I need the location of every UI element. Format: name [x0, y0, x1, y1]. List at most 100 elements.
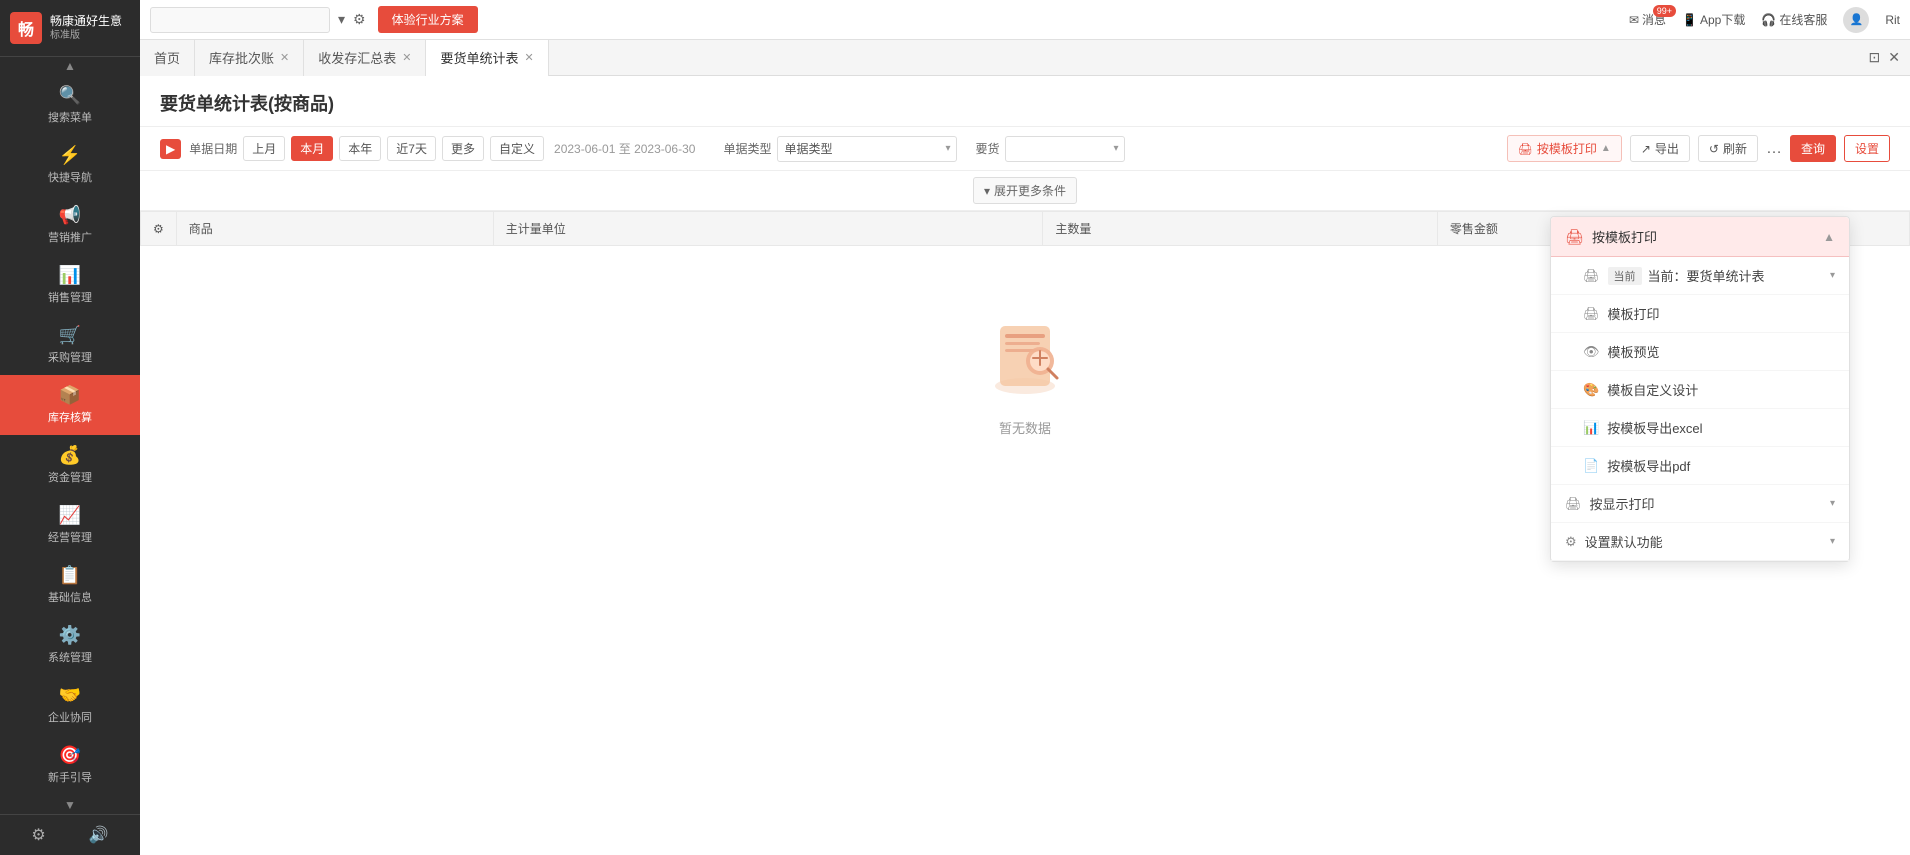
logo-icon: 畅 — [10, 12, 42, 44]
doc-type-filter-section: 单据类型 单据类型 ▾ — [723, 136, 957, 162]
date-more-btn[interactable]: 更多 — [442, 136, 484, 161]
refresh-icon: ↺ — [1709, 142, 1719, 156]
template-custom-item[interactable]: 🎨 模板自定义设计 — [1551, 371, 1849, 409]
logo-name: 畅康通好生意 — [50, 14, 122, 30]
printer-icon: 🖨 — [1518, 142, 1533, 156]
current-template-label: 当前：要货单统计表 — [1648, 266, 1765, 285]
date-filter-section: 单据日期 上月 本月 本年 近7天 更多 自定义 2023-06-01 至 20… — [189, 136, 695, 161]
doc-type-select[interactable]: 单据类型 ▾ — [777, 136, 957, 162]
print-current-template[interactable]: 🖨 当前 当前：要货单统计表 ▾ — [1551, 257, 1849, 295]
query-button[interactable]: 查询 — [1790, 135, 1836, 162]
sidebar-nav: 🔍 搜索菜单 ⚡ 快捷导航 📢 营销推广 📊 销售管理 🛒 采购管理 📦 库存核… — [0, 75, 140, 796]
speaker-icon[interactable]: 🔊 — [89, 825, 109, 845]
print-dropdown-header[interactable]: 🖨 按模板打印 ▲ — [1551, 217, 1849, 257]
template-print-label: 模板打印 — [1608, 304, 1660, 323]
sidebar-item-finance[interactable]: 💰 资金管理 — [0, 435, 140, 495]
tab-home[interactable]: 首页 — [140, 40, 195, 76]
search-icon: 🔍 — [59, 85, 81, 106]
finance-icon: 💰 — [59, 445, 81, 466]
req-type-arrow: ▾ — [1113, 143, 1118, 154]
sidebar-scroll-up[interactable]: ▲ — [0, 57, 140, 75]
sidebar-item-label: 企业协同 — [48, 709, 92, 725]
sidebar-item-label: 新手引导 — [48, 769, 92, 785]
settings-button[interactable]: 设置 — [1844, 135, 1890, 162]
sidebar-item-label: 搜索菜单 — [48, 109, 92, 125]
operation-icon: 📈 — [59, 505, 81, 526]
sidebar-item-purchase[interactable]: 🛒 采购管理 — [0, 315, 140, 375]
tab-inventory-batch[interactable]: 库存批次账 ✕ — [195, 40, 304, 76]
date-prev-month-btn[interactable]: 上月 — [243, 136, 285, 161]
sidebar-item-label: 营销推广 — [48, 229, 92, 245]
export-button[interactable]: ↗ 导出 — [1630, 135, 1690, 162]
template-custom-icon: 🎨 — [1583, 382, 1599, 398]
sidebar-item-search[interactable]: 🔍 搜索菜单 — [0, 75, 140, 135]
date-cur-month-btn[interactable]: 本月 — [291, 136, 333, 161]
sidebar-scroll-down[interactable]: ▼ — [0, 796, 140, 814]
print-header-collapse-icon[interactable]: ▲ — [1823, 230, 1835, 244]
tab-bar: 首页 库存批次账 ✕ 收发存汇总表 ✕ 要货单统计表 ✕ ⊡ ✕ — [140, 40, 1910, 76]
refresh-button[interactable]: ↺ 刷新 — [1698, 135, 1758, 162]
set-default-group[interactable]: ⚙ 设置默认功能 ▾ — [1551, 523, 1849, 561]
settings-icon[interactable]: ⚙ — [31, 825, 45, 845]
sidebar-item-guide[interactable]: 🎯 新手引导 — [0, 735, 140, 795]
tab-close-icon[interactable]: ✕ — [402, 51, 411, 64]
expand-more-icon: ▾ — [984, 184, 990, 198]
corp-icon: 🤝 — [59, 685, 81, 706]
tab-receivable-summary[interactable]: 收发存汇总表 ✕ — [304, 40, 426, 76]
message-button[interactable]: ✉ 消息 99+ — [1629, 11, 1666, 28]
print-header-icon: 🖨 — [1565, 228, 1584, 246]
tab-close-all-icon[interactable]: ✕ — [1888, 49, 1900, 66]
col-unit-header: 主计量单位 — [493, 212, 1043, 246]
trial-button[interactable]: 体验行业方案 — [378, 6, 478, 33]
page-title: 要货单统计表(按商品) — [160, 94, 334, 114]
top-bar-gear-icon[interactable]: ⚙ — [353, 11, 366, 28]
tab-close-icon[interactable]: ✕ — [280, 51, 289, 64]
template-preview-item[interactable]: 👁 模板预览 — [1551, 333, 1849, 371]
sidebar-item-basic[interactable]: 📋 基础信息 — [0, 555, 140, 615]
display-print-group[interactable]: 🖨 按显示打印 ▾ — [1551, 485, 1849, 523]
app-download-button[interactable]: 📱 App下载 — [1682, 11, 1745, 28]
export-pdf-icon: 📄 — [1583, 458, 1599, 474]
set-default-label: 设置默认功能 — [1585, 532, 1663, 551]
doc-type-label: 单据类型 — [723, 140, 771, 157]
top-bar-search-input[interactable] — [150, 7, 330, 33]
template-print-button[interactable]: 🖨 按模板打印 ▲ — [1507, 135, 1622, 162]
empty-text: 暂无数据 — [999, 418, 1051, 437]
marketing-icon: 📢 — [59, 205, 81, 226]
sidebar-item-inventory[interactable]: 📦 库存核算 — [0, 375, 140, 435]
sidebar-item-system[interactable]: ⚙️ 系统管理 — [0, 615, 140, 675]
date-custom-btn[interactable]: 自定义 — [490, 136, 544, 161]
sales-icon: 📊 — [59, 265, 81, 286]
expand-more-btn[interactable]: ▾ 展开更多条件 — [973, 177, 1077, 204]
sidebar-item-label: 快捷导航 — [48, 169, 92, 185]
date-7days-btn[interactable]: 近7天 — [387, 136, 436, 161]
col-settings-header[interactable]: ⚙ — [141, 212, 177, 246]
sidebar-item-marketing[interactable]: 📢 营销推广 — [0, 195, 140, 255]
more-options-icon[interactable]: … — [1766, 140, 1782, 158]
template-print-item[interactable]: 🖨 模板打印 — [1551, 295, 1849, 333]
export-icon: ↗ — [1641, 142, 1651, 156]
export-excel-item[interactable]: 📊 按模板导出excel — [1551, 409, 1849, 447]
top-bar-dropdown-arrow[interactable]: ▾ — [338, 11, 345, 28]
export-pdf-item[interactable]: 📄 按模板导出pdf — [1551, 447, 1849, 485]
col-settings-icon[interactable]: ⚙ — [153, 222, 164, 236]
tab-requisition-stats[interactable]: 要货单统计表 ✕ — [426, 40, 548, 76]
tab-maximize-icon[interactable]: ⊡ — [1869, 49, 1881, 66]
app-label: App下载 — [1700, 11, 1745, 28]
sidebar-item-label: 采购管理 — [48, 349, 92, 365]
current-tag: 当前 — [1608, 267, 1642, 285]
date-cur-year-btn[interactable]: 本年 — [339, 136, 381, 161]
display-print-expand-icon: ▾ — [1830, 498, 1835, 509]
user-name[interactable]: Rit — [1885, 13, 1900, 27]
current-expand-icon: ▾ — [1830, 270, 1835, 281]
page-content: 要货单统计表(按商品) ▶ 单据日期 上月 本月 本年 近7天 更多 自定义 2… — [140, 76, 1910, 855]
user-avatar[interactable]: 👤 — [1843, 7, 1869, 33]
tab-close-icon[interactable]: ✕ — [525, 51, 534, 64]
sidebar-item-shortcut[interactable]: ⚡ 快捷导航 — [0, 135, 140, 195]
sidebar-item-corp[interactable]: 🤝 企业协同 — [0, 675, 140, 735]
sidebar-item-operation[interactable]: 📈 经营管理 — [0, 495, 140, 555]
req-type-select[interactable]: ▾ — [1005, 136, 1125, 162]
filter-expand-btn[interactable]: ▶ — [160, 139, 181, 159]
sidebar-item-sales[interactable]: 📊 销售管理 — [0, 255, 140, 315]
online-service-button[interactable]: 🎧 在线客服 — [1761, 11, 1827, 28]
